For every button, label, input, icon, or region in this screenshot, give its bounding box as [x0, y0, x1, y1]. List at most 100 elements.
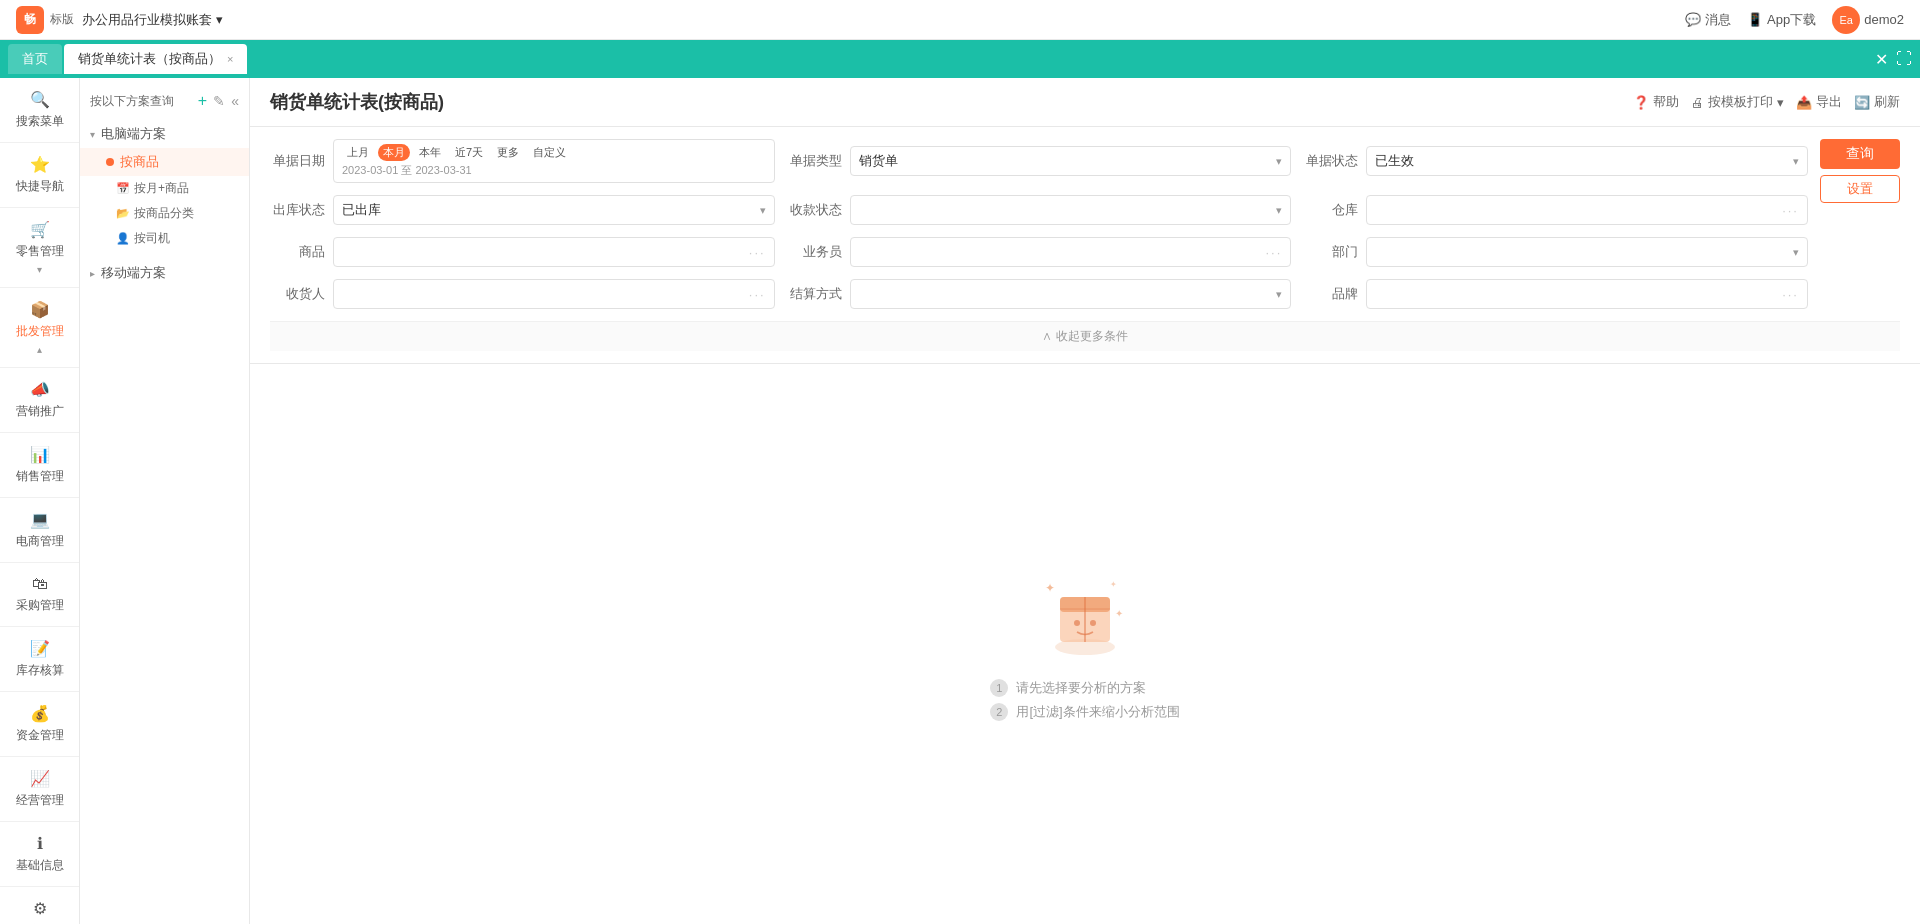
filter-rows: 单据日期 上月 本月 本年 近7天 更多 自定义: [270, 139, 1808, 321]
print-icon: 🖨: [1691, 95, 1704, 110]
category-icon: 📂: [116, 207, 130, 220]
page-actions: ❓ 帮助 🖨 按模板打印 ▾ 📤 导出 🔄: [1633, 93, 1900, 111]
scheme-item-by-product-label: 按商品: [120, 153, 159, 171]
department-arrow: ▾: [1793, 246, 1799, 259]
close-window-icon[interactable]: ✕: [1875, 50, 1888, 69]
payment-status-arrow: ▾: [1276, 204, 1282, 217]
print-template-label: 按模板打印: [1708, 93, 1773, 111]
scheme-group-pc-header[interactable]: ▾ 电脑端方案: [80, 120, 249, 148]
message-label: 消息: [1705, 11, 1731, 29]
scheme-sub-label-3: 按司机: [134, 230, 170, 247]
help-label: 帮助: [1653, 93, 1679, 111]
filter-item-department: 部门 ▾: [1303, 237, 1808, 267]
warehouse-control[interactable]: ···: [1366, 195, 1808, 225]
payment-status-control[interactable]: ▾: [850, 195, 1292, 225]
maximize-icon[interactable]: ⛶: [1896, 50, 1912, 68]
tip-2-text: 用[过滤]条件来缩小分析范围: [1016, 703, 1179, 721]
tab-home[interactable]: 首页: [8, 44, 62, 74]
receiver-control[interactable]: ···: [333, 279, 775, 309]
scheme-group-mobile-header[interactable]: ▸ 移动端方案: [80, 259, 249, 287]
query-button[interactable]: 查询: [1820, 139, 1900, 169]
date-btn-last-month[interactable]: 上月: [342, 144, 374, 161]
date-btn-this-month[interactable]: 本月: [378, 144, 410, 161]
scheme-item-by-month-product[interactable]: 📅 按月+商品: [80, 176, 249, 201]
sidebar-item-search[interactable]: 🔍 搜索菜单: [0, 78, 79, 143]
ecommerce-icon: 💻: [30, 510, 50, 529]
user-info[interactable]: Ea demo2: [1832, 6, 1904, 34]
sidebar-item-ecommerce[interactable]: 💻 电商管理: [0, 498, 79, 563]
tab-active[interactable]: 销货单统计表（按商品） ×: [64, 44, 247, 74]
product-control[interactable]: ···: [333, 237, 775, 267]
retail-arrow: ▾: [37, 264, 42, 275]
collapse-row[interactable]: ∧ 收起更多条件: [270, 321, 1900, 351]
empty-state: ✦ ✦ ✦ 1 请先选择要分析的方案 2 用[过滤]条件来缩小分析范围: [250, 364, 1920, 924]
sidebar-basic-label: 基础信息: [16, 857, 64, 874]
help-btn[interactable]: ❓ 帮助: [1633, 93, 1679, 111]
scheme-item-by-category[interactable]: 📂 按商品分类: [80, 201, 249, 226]
sidebar-item-inventory[interactable]: 📝 库存核算: [0, 627, 79, 692]
brand-control[interactable]: ···: [1366, 279, 1808, 309]
active-dot: [106, 158, 114, 166]
filter-item-settlement: 结算方式 ▾: [787, 279, 1292, 309]
sidebar-item-marketing[interactable]: 📣 营销推广: [0, 368, 79, 433]
set-button[interactable]: 设置: [1820, 175, 1900, 203]
chevron-down-icon: ▾: [90, 129, 95, 140]
doc-status-control[interactable]: 已生效 ▾: [1366, 146, 1808, 176]
salesperson-dots: ···: [1265, 245, 1282, 260]
collapse-panel-icon[interactable]: «: [231, 93, 239, 109]
sidebar-item-basic[interactable]: ℹ 基础信息: [0, 822, 79, 887]
empty-tips: 1 请先选择要分析的方案 2 用[过滤]条件来缩小分析范围: [990, 679, 1179, 721]
page-title: 销货单统计表(按商品): [270, 90, 444, 114]
filter-item-salesperson: 业务员 ···: [787, 237, 1292, 267]
scheme-sub-label-2: 按商品分类: [134, 205, 194, 222]
tab-close-icon[interactable]: ×: [227, 53, 233, 65]
sales-icon: 📊: [30, 445, 50, 464]
date-btn-more[interactable]: 更多: [492, 144, 524, 161]
date-btn-this-year[interactable]: 本年: [414, 144, 446, 161]
product-label: 商品: [270, 243, 325, 261]
basic-icon: ℹ: [37, 834, 43, 853]
sidebar-item-nav[interactable]: ⭐ 快捷导航: [0, 143, 79, 208]
sidebar-item-operation[interactable]: 📈 经营管理: [0, 757, 79, 822]
sidebar-item-retail[interactable]: 🛒 零售管理 ▾: [0, 208, 79, 288]
sidebar-purchase-label: 采购管理: [16, 597, 64, 614]
edit-scheme-icon[interactable]: ✎: [213, 93, 225, 109]
print-template-btn[interactable]: 🖨 按模板打印 ▾: [1691, 93, 1784, 111]
search-icon: 🔍: [30, 90, 50, 109]
salesperson-control[interactable]: ···: [850, 237, 1292, 267]
add-scheme-icon[interactable]: +: [198, 92, 207, 110]
export-btn[interactable]: 📤 导出: [1796, 93, 1842, 111]
message-btn[interactable]: 💬 消息: [1685, 11, 1731, 29]
date-btn-7days[interactable]: 近7天: [450, 144, 488, 161]
settlement-control[interactable]: ▾: [850, 279, 1292, 309]
sidebar-item-finance[interactable]: 💰 资金管理: [0, 692, 79, 757]
sidebar-marketing-label: 营销推广: [16, 403, 64, 420]
scheme-item-by-product[interactable]: 按商品: [80, 148, 249, 176]
content-area: 按以下方案查询 + ✎ « ▾ 电脑端方案 按商品 📅: [80, 78, 1920, 924]
date-label: 单据日期: [270, 152, 325, 170]
filter-item-product: 商品 ···: [270, 237, 775, 267]
department-control[interactable]: ▾: [1366, 237, 1808, 267]
filter-item-payment-status: 收款状态 ▾: [787, 195, 1292, 225]
filter-area: 单据日期 上月 本月 本年 近7天 更多 自定义: [250, 127, 1920, 364]
filter-item-doc-type: 单据类型 销货单 ▾: [787, 139, 1292, 183]
sidebar-item-purchase[interactable]: 🛍 采购管理: [0, 563, 79, 627]
date-filter[interactable]: 上月 本月 本年 近7天 更多 自定义 2023-03-01 至 2023-03…: [333, 139, 775, 183]
sidebar-item-sales[interactable]: 📊 销售管理: [0, 433, 79, 498]
svg-text:✦: ✦: [1110, 580, 1117, 589]
refresh-btn[interactable]: 🔄 刷新: [1854, 93, 1900, 111]
app-selector[interactable]: 办公用品行业模拟账套 ▾: [82, 11, 223, 29]
date-range: 2023-03-01 至 2023-03-31: [342, 163, 766, 178]
sidebar-wholesale-label: 批发管理: [16, 323, 64, 340]
out-status-control[interactable]: 已出库 ▾: [333, 195, 775, 225]
logo-text: 标版: [50, 11, 74, 28]
date-btn-custom[interactable]: 自定义: [528, 144, 571, 161]
app-download-btn[interactable]: 📱 App下载: [1747, 11, 1816, 29]
chevron-right-icon: ▸: [90, 268, 95, 279]
sidebar-item-wholesale[interactable]: 📦 批发管理 ▴: [0, 288, 79, 368]
scheme-item-by-driver[interactable]: 👤 按司机: [80, 226, 249, 251]
doc-type-control[interactable]: 销货单 ▾: [850, 146, 1292, 176]
purchase-icon: 🛍: [32, 575, 48, 593]
download-icon: 📱: [1747, 12, 1763, 27]
sidebar-item-system[interactable]: ⚙ 系统管理: [0, 887, 79, 924]
